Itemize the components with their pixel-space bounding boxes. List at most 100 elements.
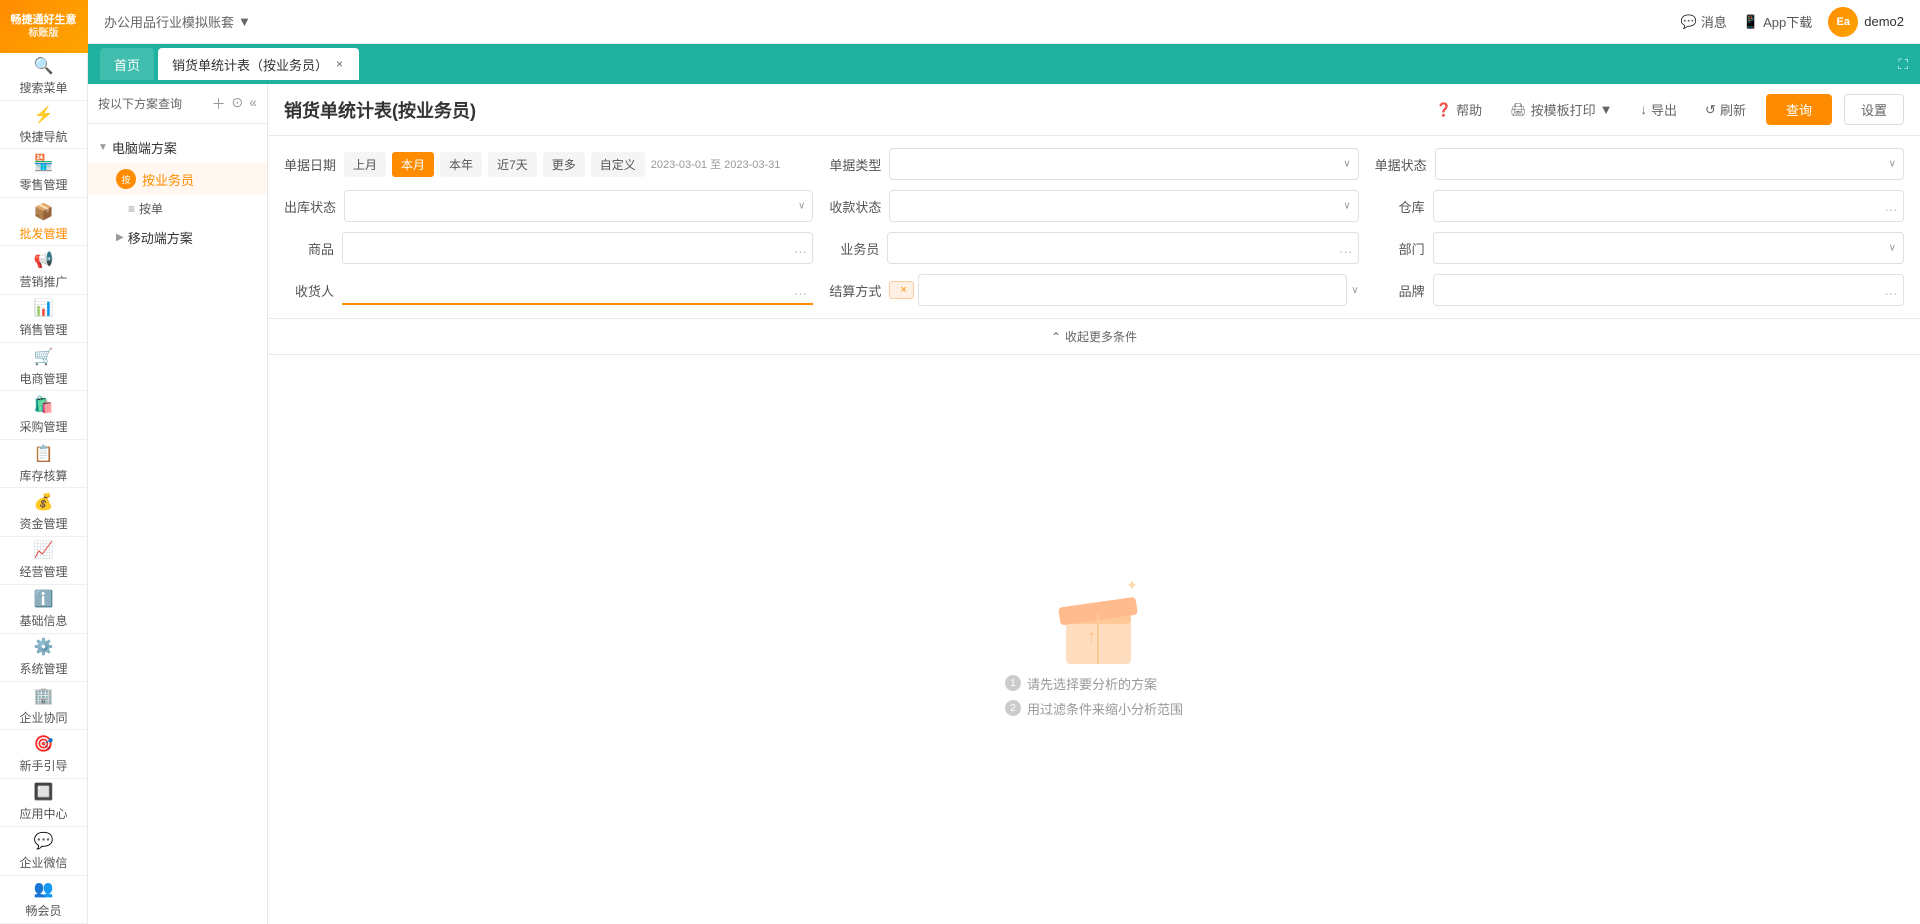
product-input[interactable] bbox=[342, 232, 813, 264]
consignee-more-icon[interactable]: … bbox=[793, 282, 807, 298]
doc-status-select[interactable] bbox=[1435, 148, 1904, 180]
product-more-icon[interactable]: … bbox=[793, 240, 807, 256]
sidebar-icon-purchase: 🛍️ bbox=[34, 395, 54, 415]
sidebar-label-member: 畅会员 bbox=[25, 902, 61, 919]
content-area: 按以下方案查询 ＋ ⊙ « ▼ 电脑端方案 按 bbox=[88, 84, 1920, 924]
avatar-text: Ea bbox=[1837, 16, 1850, 28]
sidebar-logo[interactable]: 畅捷通好生意标账版 bbox=[0, 0, 88, 53]
query-button[interactable]: 查询 bbox=[1766, 94, 1832, 125]
scheme-salesperson-item[interactable]: 按 按业务员 bbox=[88, 163, 267, 195]
user-avatar[interactable]: Ea bbox=[1828, 7, 1858, 37]
sidebar-icon-inventory: 📋 bbox=[34, 444, 54, 464]
salesperson-more-icon[interactable]: … bbox=[1339, 240, 1353, 256]
doc-type-select[interactable] bbox=[889, 148, 1358, 180]
sidebar-item-sales[interactable]: 📊销售管理 bbox=[0, 295, 88, 343]
refresh-btn[interactable]: ↺ 刷新 bbox=[1697, 96, 1754, 123]
filter-out-status: 出库状态 ∨ bbox=[284, 190, 813, 222]
salesperson-item-label: 按业务员 bbox=[142, 170, 194, 189]
user-section[interactable]: Ea demo2 bbox=[1828, 7, 1904, 37]
tab-close-icon[interactable]: × bbox=[334, 57, 345, 71]
brand-input[interactable] bbox=[1433, 274, 1904, 306]
page-title-row: 销货单统计表(按业务员) ❓ 帮助 🖨 按模板打印 ▼ ↓ bbox=[284, 94, 1904, 125]
sidebar-item-newbie[interactable]: 🎯新手引导 bbox=[0, 730, 88, 778]
date-btn-this-year[interactable]: 本年 bbox=[440, 152, 482, 177]
receipt-status-select[interactable] bbox=[889, 190, 1358, 222]
date-btn-this-month[interactable]: 本月 bbox=[392, 152, 434, 177]
sidebar-label-shortcut: 快捷导航 bbox=[19, 128, 67, 145]
print-btn[interactable]: 🖨 按模板打印 ▼ bbox=[1502, 96, 1620, 123]
date-btn-custom[interactable]: 自定义 bbox=[591, 152, 645, 177]
filter-product: 商品 … bbox=[284, 232, 813, 264]
date-btn-last-month[interactable]: 上月 bbox=[344, 152, 386, 177]
salesperson-input[interactable] bbox=[887, 232, 1358, 264]
refresh-icon: ↺ bbox=[1705, 102, 1716, 118]
out-status-select[interactable] bbox=[344, 190, 813, 222]
sidebar-item-shortcut[interactable]: ⚡快捷导航 bbox=[0, 101, 88, 149]
mobile-group-header[interactable]: ▶ 移动端方案 bbox=[88, 222, 267, 253]
scheme-order-item[interactable]: ≡ 按单 bbox=[88, 195, 267, 222]
sidebar-label-basic: 基础信息 bbox=[19, 612, 67, 629]
doc-type-select-wrap: ∨ bbox=[889, 148, 1358, 180]
scheme-add-icon[interactable]: ＋ bbox=[211, 94, 225, 114]
sidebar-item-purchase[interactable]: 🛍️ 采购管理 bbox=[0, 391, 88, 439]
sidebar-item-finance[interactable]: 💰资金管理 bbox=[0, 488, 88, 536]
date-filter-wrap: 上月 本月 本年 近7天 更多 自定义 2023-03-01 至 2023-03… bbox=[344, 152, 780, 177]
filter-row-4: 收货人 … 结算方式 × bbox=[284, 274, 1904, 306]
help-label: 帮助 bbox=[1456, 100, 1482, 119]
sidebar-label-wholesale: 批发管理 bbox=[19, 225, 67, 242]
settings-button[interactable]: 设置 bbox=[1844, 94, 1904, 125]
settlement-select[interactable] bbox=[918, 274, 1348, 306]
sidebar-label-business: 经营管理 bbox=[19, 563, 67, 580]
filter-area: 单据日期 上月 本月 本年 近7天 更多 自定义 2023-03-01 至 20… bbox=[268, 136, 1920, 319]
tab-home-label: 首页 bbox=[114, 55, 140, 74]
filter-doc-status: 单据状态 ∨ bbox=[1375, 148, 1904, 180]
sidebar-label-wechat: 企业微信 bbox=[19, 854, 67, 871]
sidebar-item-inventory[interactable]: 📋库存核算 bbox=[0, 440, 88, 488]
settlement-select-wrap: × ∨ bbox=[889, 274, 1358, 306]
date-btn-7days[interactable]: 近7天 bbox=[488, 152, 537, 177]
sidebar-item-wechat[interactable]: 💬 企业微信 bbox=[0, 827, 88, 875]
scheme-collapse-icon[interactable]: « bbox=[249, 94, 257, 114]
sidebar-icon-retail: 🏪 bbox=[34, 153, 54, 173]
account-name: 办公用品行业模拟账套 bbox=[104, 12, 234, 31]
sidebar-item-appstore[interactable]: 🔲应用中心 bbox=[0, 779, 88, 827]
sidebar-item-corp[interactable]: 🏢企业协同 bbox=[0, 682, 88, 730]
username: demo2 bbox=[1864, 14, 1904, 29]
sidebar-icon-wechat: 💬 bbox=[34, 831, 54, 851]
warehouse-more-icon[interactable]: … bbox=[1884, 198, 1898, 214]
sidebar-label-purchase: 采购管理 bbox=[19, 418, 67, 435]
collapse-label: 收起更多条件 bbox=[1065, 328, 1137, 345]
pc-group-header[interactable]: ▼ 电脑端方案 bbox=[88, 132, 267, 163]
empty-illustration: ✦ ↑ bbox=[1044, 562, 1144, 662]
export-btn[interactable]: ↓ 导出 bbox=[1633, 96, 1686, 123]
sidebar-item-search[interactable]: 🔍搜索菜单 bbox=[0, 53, 88, 101]
print-icon: 🖨 bbox=[1510, 102, 1527, 118]
message-btn[interactable]: 💬 消息 bbox=[1681, 12, 1727, 31]
settlement-tag-close[interactable]: × bbox=[900, 284, 906, 296]
consignee-input[interactable] bbox=[342, 275, 813, 305]
warehouse-input[interactable] bbox=[1433, 190, 1904, 222]
sidebar-item-wholesale[interactable]: 📦批发管理 bbox=[0, 198, 88, 246]
help-btn[interactable]: ❓ 帮助 bbox=[1428, 96, 1490, 123]
sidebar-item-marketing[interactable]: 📢营销推广 bbox=[0, 246, 88, 294]
sidebar-item-business[interactable]: 📈经营管理 bbox=[0, 537, 88, 585]
sidebar-item-basic[interactable]: ℹ️基础信息 bbox=[0, 585, 88, 633]
scheme-edit-icon[interactable]: ⊙ bbox=[231, 94, 243, 114]
tab-active[interactable]: 销货单统计表（按业务员） × bbox=[158, 48, 359, 80]
doc-status-select-wrap: ∨ bbox=[1435, 148, 1904, 180]
export-icon: ↓ bbox=[1641, 102, 1648, 117]
app-download-btn[interactable]: 📱 App下载 bbox=[1743, 12, 1812, 31]
sidebar-label-ecommerce: 电商管理 bbox=[19, 370, 67, 387]
brand-more-icon[interactable]: … bbox=[1884, 282, 1898, 298]
sidebar-label-search: 搜索菜单 bbox=[19, 79, 67, 96]
account-dropdown[interactable]: 办公用品行业模拟账套 ▼ bbox=[104, 12, 251, 31]
department-select[interactable] bbox=[1433, 232, 1904, 264]
date-btn-more[interactable]: 更多 bbox=[543, 152, 585, 177]
sidebar-item-system[interactable]: ⚙️系统管理 bbox=[0, 634, 88, 682]
tab-maximize-btn[interactable]: ⛶ bbox=[1898, 56, 1908, 73]
collapse-row[interactable]: ⌃ 收起更多条件 bbox=[268, 319, 1920, 355]
sidebar-item-ecommerce[interactable]: 🛒电商管理 bbox=[0, 343, 88, 391]
sidebar-item-retail[interactable]: 🏪零售管理 bbox=[0, 149, 88, 197]
tab-home[interactable]: 首页 bbox=[100, 48, 154, 80]
sidebar-item-member[interactable]: 👥畅会员 bbox=[0, 876, 88, 924]
